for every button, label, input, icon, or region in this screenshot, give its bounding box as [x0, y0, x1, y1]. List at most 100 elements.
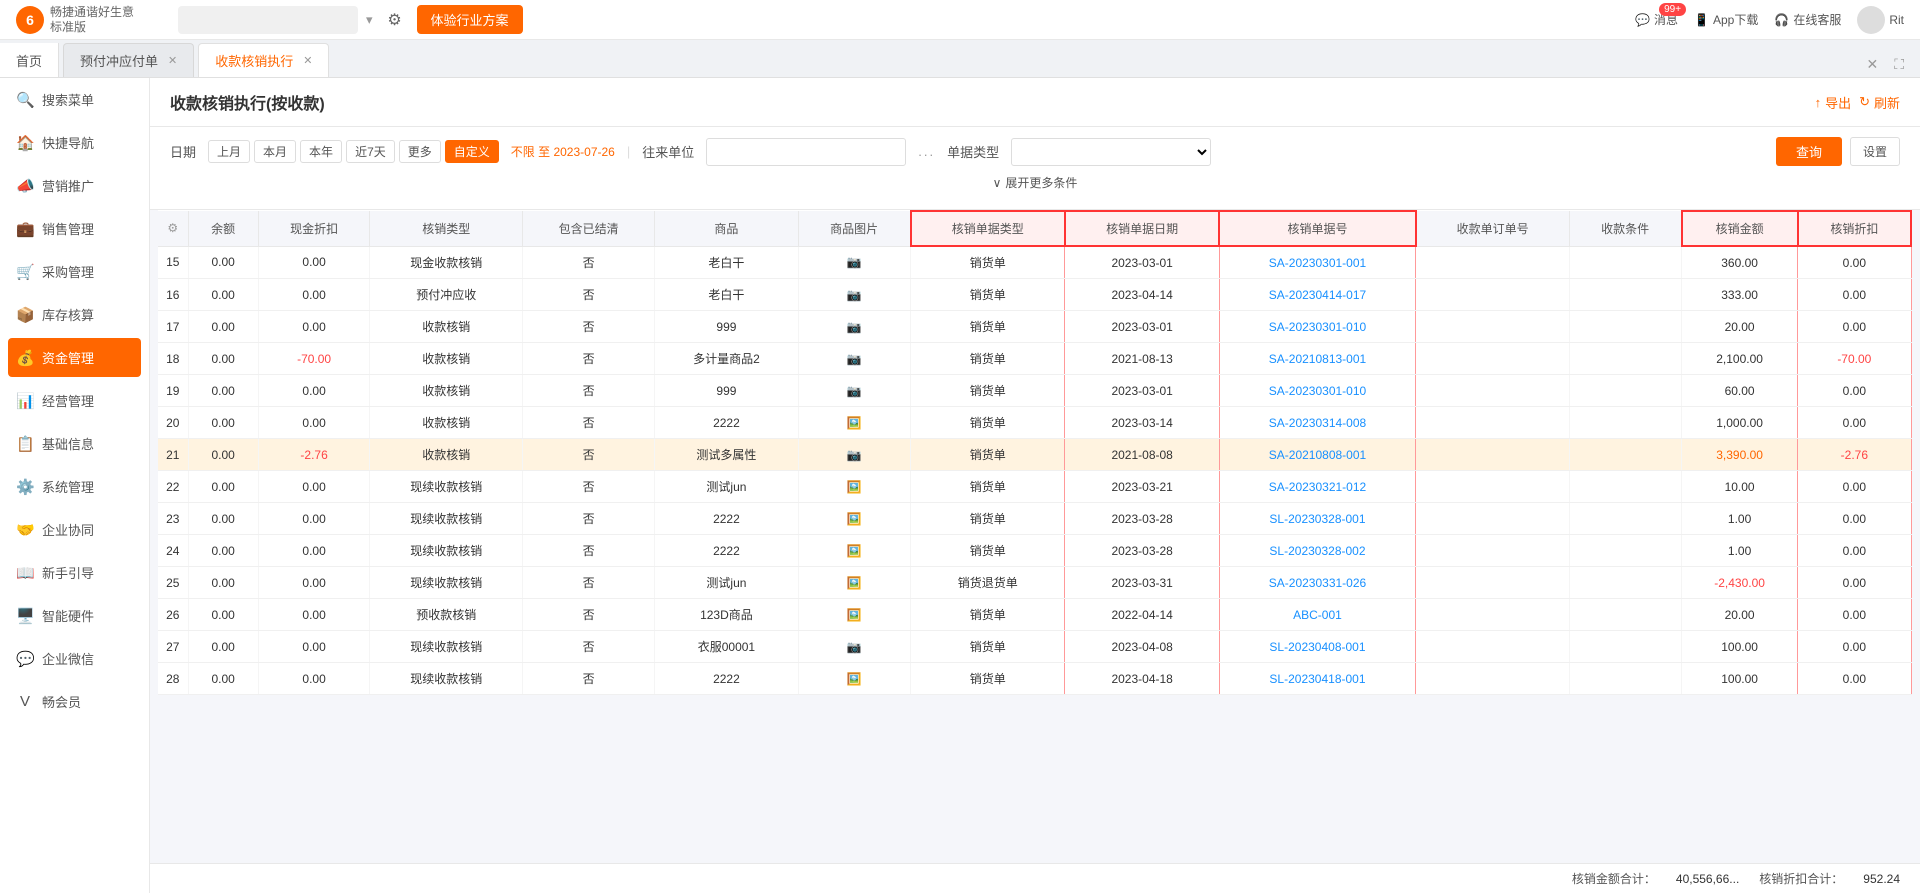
bill-no-link[interactable]: SL-20230328-001 — [1269, 512, 1365, 526]
logo-text: 畅捷通谐好生意 标准版 — [50, 5, 134, 34]
table-row: 150.000.00现金收款核销否老白干📷销货单2023-03-01SA-202… — [158, 246, 1911, 279]
vip-icon: V — [16, 693, 34, 710]
bill-no-link[interactable]: SA-20230414-017 — [1269, 288, 1366, 302]
table-row: 160.000.00预付冲应收否老白干📷销货单2023-04-14SA-2023… — [158, 279, 1911, 311]
message-badge: 99+ — [1659, 3, 1686, 16]
bill-no-link[interactable]: SA-20230301-010 — [1269, 320, 1366, 334]
bill-no-link[interactable]: SA-20210813-001 — [1269, 352, 1366, 366]
search-icon: 🔍 — [16, 91, 34, 109]
finance-icon: 💰 — [16, 349, 34, 367]
setting-button[interactable]: 设置 — [1850, 137, 1900, 166]
sidebar-item-sales[interactable]: 💼 销售管理 — [0, 207, 149, 250]
date-7days-btn[interactable]: 近7天 — [346, 140, 395, 163]
home-icon: 🏠 — [16, 134, 34, 152]
sidebar-item-inventory[interactable]: 📦 库存核算 — [0, 293, 149, 336]
tab-home[interactable]: 首页 — [0, 43, 59, 77]
collab-icon: 🤝 — [16, 521, 34, 539]
date-custom-btn[interactable]: 自定义 — [445, 140, 499, 163]
guide-icon: 📖 — [16, 564, 34, 582]
top-actions: 💬 消息 99+ 📱 App下载 🎧 在线客服 Rit — [1635, 6, 1904, 34]
bill-no-link[interactable]: SL-20230408-001 — [1269, 640, 1365, 654]
top-search-box[interactable] — [178, 6, 358, 34]
sidebar-item-guide[interactable]: 📖 新手引导 — [0, 551, 149, 594]
page-header: 收款核销执行(按收款) ↑ 导出 ↻ 刷新 — [150, 78, 1920, 127]
table-row: 260.000.00预收款核销否123D商品🖼️销货单2022-04-14ABC… — [158, 599, 1911, 631]
bill-no-link[interactable]: SL-20230328-002 — [1269, 544, 1365, 558]
tab-prepay-close-icon[interactable]: ✕ — [168, 54, 177, 67]
tab-prepay[interactable]: 预付冲应付单 ✕ — [63, 43, 194, 77]
online-service-button[interactable]: 🎧 在线客服 — [1774, 11, 1841, 28]
export-button[interactable]: ↑ 导出 — [1815, 93, 1852, 112]
export-icon: ↑ — [1815, 95, 1822, 110]
sidebar-item-operations[interactable]: 📊 经营管理 — [0, 379, 149, 422]
sidebar: 🔍 搜索菜单 🏠 快捷导航 📣 营销推广 💼 销售管理 🛒 采购管理 📦 库存核… — [0, 78, 150, 893]
sidebar-item-home[interactable]: 🏠 快捷导航 — [0, 121, 149, 164]
sidebar-item-system[interactable]: ⚙️ 系统管理 — [0, 465, 149, 508]
bill-no-link[interactable]: SA-20230331-026 — [1269, 576, 1366, 590]
footer-discount-label: 核销折扣合计： — [1759, 870, 1843, 887]
user-area[interactable]: Rit — [1857, 6, 1904, 34]
table-row: 230.000.00现续收款核销否2222🖼️销货单2023-03-28SL-2… — [158, 503, 1911, 535]
trial-button[interactable]: 体验行业方案 — [417, 5, 523, 34]
bill-no-link[interactable]: SA-20230301-010 — [1269, 384, 1366, 398]
date-last-month-btn[interactable]: 上月 — [208, 140, 250, 163]
bill-no-link[interactable]: ABC-001 — [1293, 608, 1342, 622]
refresh-icon: ↻ — [1859, 94, 1870, 110]
purchase-icon: 🛒 — [16, 263, 34, 281]
tab-writeoff-close-icon[interactable]: ✕ — [303, 54, 312, 67]
refresh-button[interactable]: ↻ 刷新 — [1859, 93, 1900, 112]
more-filters-dots: ... — [918, 144, 935, 159]
content-area: 收款核销执行(按收款) ↑ 导出 ↻ 刷新 日期 上月 本月 本年 — [150, 78, 1920, 893]
sidebar-item-basic[interactable]: 📋 基础信息 — [0, 422, 149, 465]
th-bill-type: 核销单据类型 — [911, 211, 1065, 246]
inventory-icon: 📦 — [16, 306, 34, 324]
table-settings-icon[interactable]: ⚙ — [167, 221, 178, 235]
bill-no-link[interactable]: SA-20230314-008 — [1269, 416, 1366, 430]
date-more-btn[interactable]: 更多 — [399, 140, 441, 163]
bill-no-link[interactable]: SA-20210808-001 — [1269, 448, 1366, 462]
table-row: 280.000.00现续收款核销否2222🖼️销货单2023-04-18SL-2… — [158, 663, 1911, 695]
app-download-button[interactable]: 📱 App下载 — [1694, 11, 1758, 28]
partner-input[interactable] — [706, 138, 906, 166]
sidebar-item-vip[interactable]: V 畅会员 — [0, 680, 149, 723]
tab-maximize-icon[interactable]: ⛶ — [1890, 52, 1908, 77]
gear-icon[interactable]: ⚙ — [381, 6, 409, 34]
sidebar-item-collab[interactable]: 🤝 企业协同 — [0, 508, 149, 551]
sidebar-item-hardware[interactable]: 🖥️ 智能硬件 — [0, 594, 149, 637]
bill-no-link[interactable]: SA-20230321-012 — [1269, 480, 1366, 494]
bill-no-link[interactable]: SA-20230301-001 — [1269, 256, 1366, 270]
tab-bar-right: ✕ ⛶ — [1862, 52, 1920, 77]
th-writeoff-discount: 核销折扣 — [1798, 211, 1911, 246]
dropdown-arrow-icon[interactable]: ▾ — [366, 12, 373, 28]
tab-close-all-icon[interactable]: ✕ — [1862, 52, 1882, 77]
th-settings: ⚙ — [158, 211, 188, 246]
table-header-row: ⚙ 余额 现金折扣 核销类型 包含已结清 商品 商品图片 核销单据类型 核销单据… — [158, 211, 1911, 246]
date-this-month-btn[interactable]: 本月 — [254, 140, 296, 163]
footer-total-amount: 40,556,66... — [1676, 872, 1739, 886]
tab-writeoff[interactable]: 收款核销执行 ✕ — [198, 43, 329, 77]
table-row: 170.000.00收款核销否999📷销货单2023-03-01SA-20230… — [158, 311, 1911, 343]
sidebar-item-search[interactable]: 🔍 搜索菜单 — [0, 78, 149, 121]
filter-bar: 日期 上月 本月 本年 近7天 更多 自定义 不限 至 2023-07-26 |… — [150, 127, 1920, 210]
message-button[interactable]: 💬 消息 99+ — [1635, 11, 1678, 28]
expand-row: ∨ 展开更多条件 — [170, 166, 1900, 199]
bill-type-select[interactable] — [1011, 138, 1211, 166]
data-table: ⚙ 余额 现金折扣 核销类型 包含已结清 商品 商品图片 核销单据类型 核销单据… — [158, 210, 1912, 695]
wechat-icon: 💬 — [16, 650, 34, 668]
date-range-display: 不限 至 2023-07-26 — [511, 143, 615, 160]
filter-divider: | — [627, 144, 630, 159]
table-wrapper[interactable]: ⚙ 余额 现金折扣 核销类型 包含已结清 商品 商品图片 核销单据类型 核销单据… — [150, 210, 1920, 863]
expand-conditions-button[interactable]: ∨ 展开更多条件 — [985, 170, 1086, 195]
footer-total-discount: 952.24 — [1863, 872, 1900, 886]
partner-label: 往来单位 — [642, 142, 694, 161]
sidebar-item-purchase[interactable]: 🛒 采购管理 — [0, 250, 149, 293]
table-row: 220.000.00现续收款核销否测试jun🖼️销货单2023-03-21SA-… — [158, 471, 1911, 503]
date-this-year-btn[interactable]: 本年 — [300, 140, 342, 163]
search-button[interactable]: 查询 — [1776, 137, 1842, 166]
system-icon: ⚙️ — [16, 478, 34, 496]
sidebar-item-wechat[interactable]: 💬 企业微信 — [0, 637, 149, 680]
sidebar-item-finance[interactable]: 💰 资金管理 — [8, 338, 141, 377]
th-balance: 余额 — [188, 211, 258, 246]
bill-no-link[interactable]: SL-20230418-001 — [1269, 672, 1365, 686]
sidebar-item-marketing[interactable]: 📣 营销推广 — [0, 164, 149, 207]
